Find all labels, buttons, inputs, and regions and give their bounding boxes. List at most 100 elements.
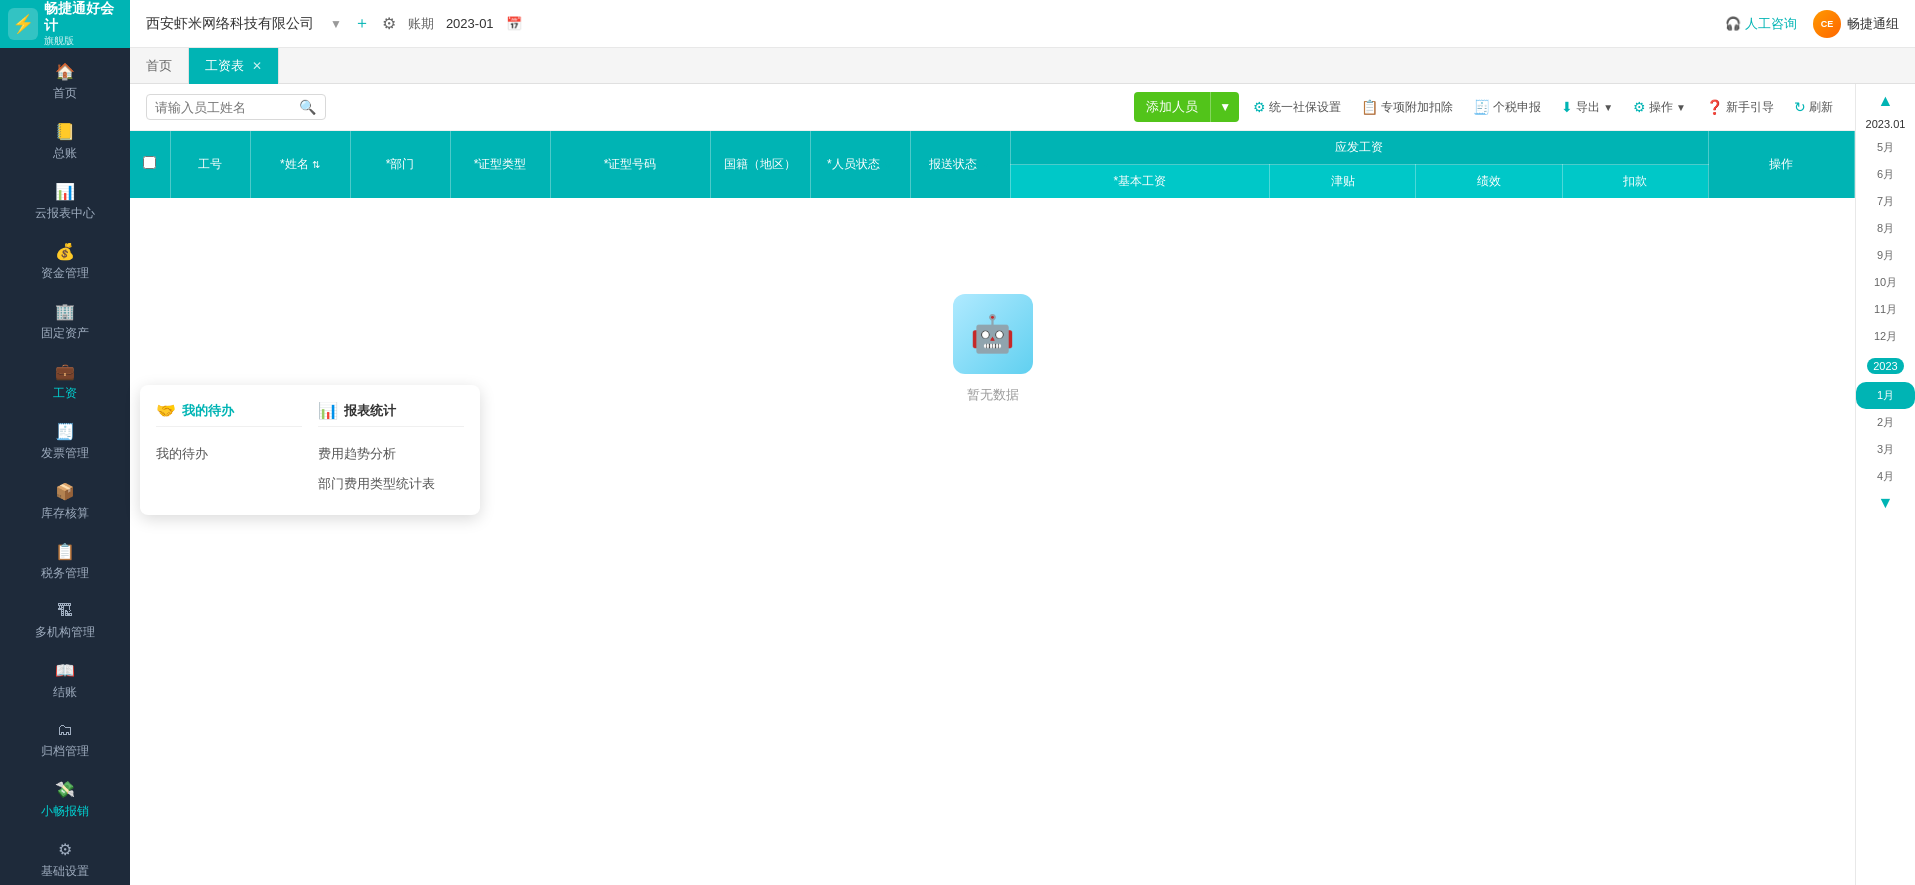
- dropdown-cols: 🤝 我的待办 我的待办 📊 报表统计 费用趋势分析 部门费用类型统计表: [156, 401, 464, 499]
- col-allowance: 津贴: [1270, 165, 1416, 199]
- add-person-button[interactable]: 添加人员: [1134, 92, 1210, 122]
- new-guide-icon: ❓: [1706, 99, 1723, 115]
- col-checkbox: [130, 131, 170, 198]
- timeline-item-3[interactable]: 3月: [1856, 436, 1915, 463]
- timeline-down-button[interactable]: ▼: [1874, 490, 1898, 516]
- timeline-item-10[interactable]: 10月: [1856, 269, 1915, 296]
- timeline-item-2[interactable]: 2月: [1856, 409, 1915, 436]
- tab-salary[interactable]: 工资表 ✕: [189, 48, 279, 84]
- dropdown-item-dept-expense[interactable]: 部门费用类型统计表: [318, 469, 464, 499]
- service-button[interactable]: 🎧 人工咨询: [1725, 15, 1797, 33]
- timeline-item-7[interactable]: 7月: [1856, 188, 1915, 215]
- sidebar-item-settings[interactable]: ⚙ 基础设置: [0, 830, 130, 885]
- col-dept-header: *部门: [350, 131, 450, 198]
- search-box[interactable]: 🔍: [146, 94, 326, 120]
- sidebar-item-close-accounts[interactable]: 📖 结账: [0, 651, 130, 711]
- search-input[interactable]: [155, 100, 295, 115]
- special-deduction-icon: 📋: [1361, 99, 1378, 115]
- sidebar-item-label: 云报表中心: [35, 205, 95, 222]
- company-name[interactable]: 西安虾米网络科技有限公司: [146, 15, 314, 33]
- calendar-icon[interactable]: 📅: [506, 16, 522, 31]
- sidebar-item-tax[interactable]: 📋 税务管理: [0, 532, 130, 592]
- timeline-up-button[interactable]: ▲: [1874, 88, 1898, 114]
- col-salary-header: 应发工资: [1010, 131, 1708, 165]
- sidebar-item-assets[interactable]: 🏢 固定资产: [0, 292, 130, 352]
- tab-home[interactable]: 首页: [130, 48, 189, 84]
- guide-button[interactable]: ❓ 新手引导: [1700, 95, 1780, 120]
- timeline-header: 2023.01: [1866, 114, 1906, 134]
- sidebar-item-label: 税务管理: [41, 565, 89, 582]
- dropdown-col2-title: 📊 报表统计: [318, 401, 464, 427]
- col-status-header: *人员状态 ▼: [810, 131, 910, 198]
- sidebar-item-label: 结账: [53, 684, 77, 701]
- sidebar-item-expense[interactable]: 💸 小畅报销: [0, 770, 130, 830]
- col-name-header: *姓名 ⇅: [250, 131, 350, 198]
- sidebar-item-archive[interactable]: 🗂 归档管理: [0, 711, 130, 770]
- timeline-item-5[interactable]: 5月: [1856, 134, 1915, 161]
- empty-illustration: 🤖: [953, 294, 1033, 374]
- refresh-button[interactable]: ↻ 刷新: [1788, 95, 1839, 120]
- toolbar: 🔍 添加人员 ▼ ⚙ 统一社保设置 📋 专项附加扣除: [130, 84, 1855, 131]
- user-profile[interactable]: CE 畅捷通组: [1813, 10, 1899, 38]
- chart-icon: 📊: [318, 401, 338, 420]
- period-value[interactable]: 2023-01: [446, 16, 494, 31]
- logo-text: 畅捷通好会计: [44, 0, 122, 34]
- timeline-item-8[interactable]: 8月: [1856, 215, 1915, 242]
- timeline-item-9[interactable]: 9月: [1856, 242, 1915, 269]
- add-person-dropdown[interactable]: ▼: [1210, 92, 1239, 122]
- ledger-icon: 📒: [55, 122, 75, 141]
- sidebar-item-finance[interactable]: 💰 资金管理: [0, 232, 130, 292]
- timeline-year-2023: 2023: [1867, 358, 1903, 374]
- dropdown-item-expense-trend[interactable]: 费用趋势分析: [318, 439, 464, 469]
- add-company-button[interactable]: ＋: [354, 13, 370, 34]
- col-performance: 绩效: [1416, 165, 1562, 199]
- select-all-checkbox[interactable]: [143, 156, 156, 169]
- special-deduction-button[interactable]: 📋 专项附加扣除: [1355, 95, 1459, 120]
- status-filter-icon[interactable]: ▼: [883, 159, 893, 170]
- dropdown-item-my-todo[interactable]: 我的待办: [156, 439, 302, 469]
- tax-report-button[interactable]: 🧾 个税申报: [1467, 95, 1547, 120]
- col-nation-header: 国籍（地区）: [710, 131, 810, 198]
- sidebar-item-label: 固定资产: [41, 325, 89, 342]
- dropdown-col-todo: 🤝 我的待办 我的待办: [156, 401, 302, 499]
- col-report-header: 报送状态 ▼: [910, 131, 1010, 198]
- sidebar-item-multi[interactable]: 🏗 多机构管理: [0, 592, 130, 651]
- tab-close-salary[interactable]: ✕: [252, 59, 262, 73]
- social-insurance-button[interactable]: ⚙ 统一社保设置: [1247, 95, 1347, 120]
- export-button[interactable]: ⬇ 导出 ▼: [1555, 95, 1619, 120]
- settings-button[interactable]: ⚙: [382, 14, 396, 33]
- sidebar-item-label: 资金管理: [41, 265, 89, 282]
- toolbar-right: 添加人员 ▼ ⚙ 统一社保设置 📋 专项附加扣除 🧾 个税申报: [1134, 92, 1839, 122]
- settings-icon: ⚙: [58, 840, 72, 859]
- sidebar: ⚡ 畅捷通好会计 旗舰版 🏠 首页 📒 总账 📊 云报表中心 💰 资金管理 🏢 …: [0, 0, 130, 885]
- finance-icon: 💰: [55, 242, 75, 261]
- dropdown-col-reports: 📊 报表统计 费用趋势分析 部门费用类型统计表: [318, 401, 464, 499]
- report-filter-icon[interactable]: ▼: [981, 159, 991, 170]
- timeline-item-12[interactable]: 12月: [1856, 323, 1915, 350]
- timeline-item-4[interactable]: 4月: [1856, 463, 1915, 490]
- topbar: 西安虾米网络科技有限公司 ▼ ＋ ⚙ 账期 2023-01 📅 🎧 人工咨询 C…: [130, 0, 1915, 48]
- reports-icon: 📊: [55, 182, 75, 201]
- sidebar-item-reports[interactable]: 📊 云报表中心: [0, 172, 130, 232]
- sidebar-item-invoice[interactable]: 🧾 发票管理: [0, 412, 130, 472]
- col-cert-no-header: *证型号码: [550, 131, 710, 198]
- todo-icon: 🤝: [156, 401, 176, 420]
- dropdown-panel: 🤝 我的待办 我的待办 📊 报表统计 费用趋势分析 部门费用类型统计表: [140, 385, 480, 515]
- search-icon: 🔍: [299, 99, 316, 115]
- timeline-item-6[interactable]: 6月: [1856, 161, 1915, 188]
- topbar-right: 🎧 人工咨询 CE 畅捷通组: [1725, 10, 1899, 38]
- sidebar-item-salary[interactable]: 💼 工资: [0, 352, 130, 412]
- salary-icon: 💼: [55, 362, 75, 381]
- salary-table: 工号 *姓名 ⇅ *部门 *证型类型 *证型号码 国籍（地区） *人员状态: [130, 131, 1855, 199]
- timeline-item-11[interactable]: 11月: [1856, 296, 1915, 323]
- timeline-item-1[interactable]: 1月: [1856, 382, 1915, 409]
- operation-button[interactable]: ⚙ 操作 ▼: [1627, 95, 1692, 120]
- sidebar-item-inventory[interactable]: 📦 库存核算: [0, 472, 130, 532]
- sort-icon[interactable]: ⇅: [312, 159, 320, 170]
- company-dropdown-arrow[interactable]: ▼: [330, 17, 342, 31]
- add-person-button-wrap: 添加人员 ▼: [1134, 92, 1239, 122]
- sidebar-item-ledger[interactable]: 📒 总账: [0, 112, 130, 172]
- sidebar-item-home[interactable]: 🏠 首页: [0, 52, 130, 112]
- invoice-icon: 🧾: [55, 422, 75, 441]
- close-accounts-icon: 📖: [55, 661, 75, 680]
